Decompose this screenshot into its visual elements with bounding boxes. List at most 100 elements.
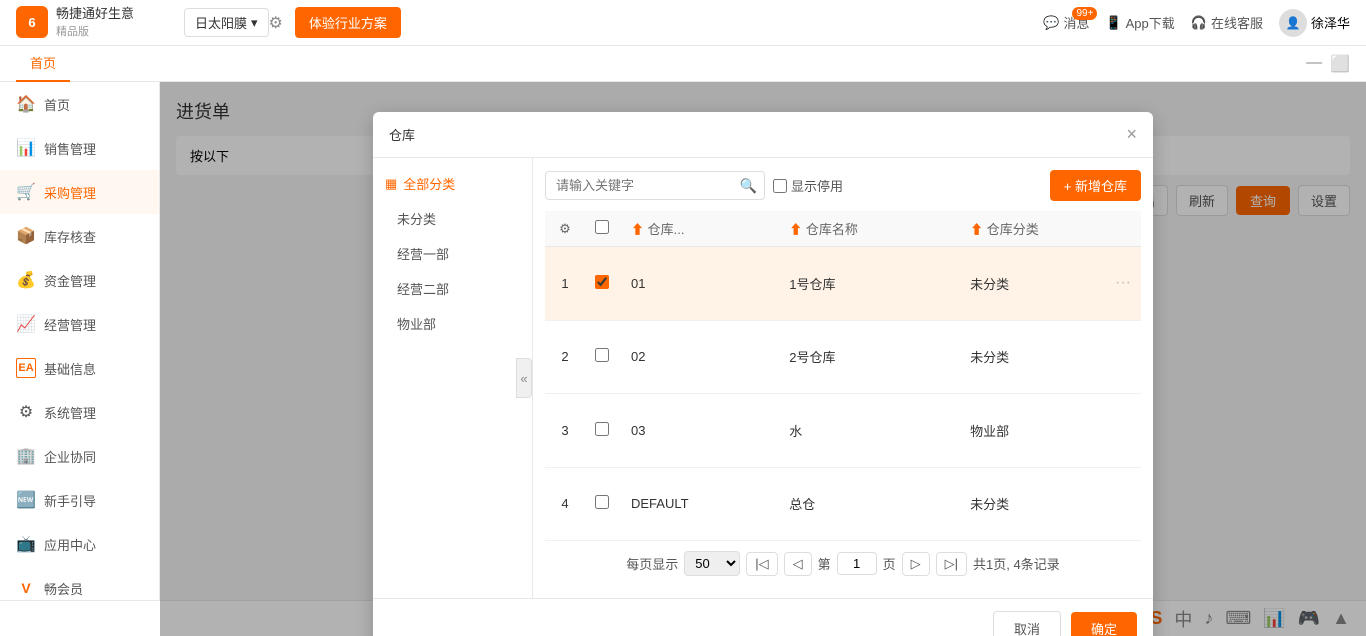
category-item-unclassified[interactable]: 未分类 bbox=[373, 201, 532, 236]
logo-area: 6 畅捷通好生意 精品版 bbox=[16, 6, 176, 39]
sidebar-item-finance[interactable]: 💰 资金管理 bbox=[0, 258, 159, 302]
top-header: 6 畅捷通好生意 精品版 日太阳膜 ▾ ⚙ 体验行业方案 💬 消息 99+ 📱 … bbox=[0, 0, 1366, 46]
table-row[interactable]: 3 03 水 物业部 bbox=[545, 394, 1141, 468]
app-download-item[interactable]: 📱 App下载 bbox=[1105, 13, 1174, 32]
sidebar-label-system: 系统管理 bbox=[44, 403, 96, 422]
search-icon[interactable]: 🔍 bbox=[740, 177, 757, 194]
category-item-ops2[interactable]: 经营二部 bbox=[373, 271, 532, 306]
sidebar-label-basic: 基础信息 bbox=[44, 359, 96, 378]
category-collapse-button[interactable]: « bbox=[516, 358, 532, 398]
warehouse-dialog: 仓库 × ▦ 全部分类 未分类 经营一部 经营二部 物业部 « bbox=[373, 112, 1153, 636]
warehouse-table: ⚙ ⬆ 仓库... ⬆ 仓库名称 bbox=[545, 211, 1141, 541]
row-checkbox[interactable] bbox=[595, 275, 609, 289]
dropdown-arrow-icon: ▾ bbox=[251, 15, 258, 31]
system-icon: ⚙ bbox=[16, 402, 36, 422]
sidebar-item-operations[interactable]: 📈 经营管理 bbox=[0, 302, 159, 346]
page-suffix: 页 bbox=[883, 554, 896, 573]
app-download-label: App下载 bbox=[1126, 13, 1175, 32]
user-name: 徐泽华 bbox=[1311, 13, 1350, 32]
dialog-close-button[interactable]: × bbox=[1126, 124, 1137, 145]
col-name-sort-icon: ⬆ bbox=[789, 222, 802, 237]
window-maximize-icon[interactable]: ⬜ bbox=[1330, 54, 1350, 74]
show-disabled-checkbox[interactable] bbox=[773, 179, 787, 193]
sidebar-item-inventory[interactable]: 📦 库存核查 bbox=[0, 214, 159, 258]
sidebar-item-apps[interactable]: 📺 应用中心 bbox=[0, 522, 159, 566]
category-item-property[interactable]: 物业部 bbox=[373, 306, 532, 341]
row-category: 未分类 bbox=[960, 320, 1141, 394]
dialog-title: 仓库 bbox=[389, 125, 415, 144]
table-row[interactable]: 2 02 2号仓库 未分类 bbox=[545, 320, 1141, 394]
prev-page-button[interactable]: ◁ bbox=[784, 552, 812, 576]
row-checkbox-cell bbox=[585, 320, 621, 394]
dialog-body: ▦ 全部分类 未分类 经营一部 经营二部 物业部 « 🔍 bbox=[373, 158, 1153, 598]
sidebar-item-purchase[interactable]: 🛒 采购管理 bbox=[0, 170, 159, 214]
trial-button[interactable]: 体验行业方案 bbox=[295, 7, 401, 38]
sidebar-label-finance: 资金管理 bbox=[44, 271, 96, 290]
next-page-button[interactable]: ▷ bbox=[902, 552, 930, 576]
show-disabled-label[interactable]: 显示停用 bbox=[773, 176, 843, 195]
total-info: 共1页, 4条记录 bbox=[973, 554, 1060, 573]
row-category: 未分类 ··· bbox=[960, 247, 1141, 321]
row-code: 01 bbox=[621, 247, 779, 321]
row-name: 1号仓库 bbox=[779, 247, 960, 321]
online-service-item[interactable]: 🎧 在线客服 bbox=[1191, 13, 1263, 32]
category-item-ops1[interactable]: 经营一部 bbox=[373, 236, 532, 271]
member-icon: V bbox=[16, 578, 36, 598]
first-page-button[interactable]: |◁ bbox=[746, 552, 777, 576]
row-name: 2号仓库 bbox=[779, 320, 960, 394]
row-checkbox[interactable] bbox=[595, 348, 609, 362]
sidebar-label-apps: 应用中心 bbox=[44, 535, 96, 554]
grid-icon: ▦ bbox=[385, 176, 397, 192]
messages-item[interactable]: 💬 消息 99+ bbox=[1043, 13, 1089, 32]
row-checkbox[interactable] bbox=[595, 422, 609, 436]
table-row[interactable]: 1 01 1号仓库 未分类 ··· bbox=[545, 247, 1141, 321]
nav-tab-home[interactable]: 首页 bbox=[16, 45, 70, 82]
col-checkbox bbox=[585, 211, 621, 247]
row-checkbox-cell bbox=[585, 247, 621, 321]
search-input[interactable] bbox=[545, 171, 765, 200]
sidebar-label-home: 首页 bbox=[44, 95, 70, 114]
window-minimize-icon[interactable]: — bbox=[1306, 54, 1322, 74]
sidebar-item-guide[interactable]: 🆕 新手引导 bbox=[0, 478, 159, 522]
row-code: 02 bbox=[621, 320, 779, 394]
sidebar-item-sales[interactable]: 📊 销售管理 bbox=[0, 126, 159, 170]
sidebar-item-enterprise[interactable]: 🏢 企业协同 bbox=[0, 434, 159, 478]
row-code: 03 bbox=[621, 394, 779, 468]
per-page-select[interactable]: 50 10 20 100 bbox=[684, 551, 740, 576]
sidebar-item-basic[interactable]: EA 基础信息 bbox=[0, 346, 159, 390]
select-all-checkbox[interactable] bbox=[595, 220, 609, 234]
confirm-button[interactable]: 确定 bbox=[1071, 612, 1137, 636]
operations-icon: 📈 bbox=[16, 314, 36, 334]
col-settings: ⚙ bbox=[545, 211, 585, 247]
sidebar: 🏠 首页 📊 销售管理 🛒 采购管理 📦 库存核查 💰 资金管理 📈 经营管理 … bbox=[0, 82, 160, 636]
dialog-footer: 取消 确定 bbox=[373, 598, 1153, 636]
category-panel: ▦ 全部分类 未分类 经营一部 经营二部 物业部 « bbox=[373, 158, 533, 598]
cancel-button[interactable]: 取消 bbox=[993, 611, 1061, 636]
avatar: 👤 bbox=[1279, 9, 1307, 37]
phone-icon: 📱 bbox=[1105, 15, 1121, 31]
col-cat-sort-icon: ⬆ bbox=[970, 222, 983, 237]
main-layout: 🏠 首页 📊 销售管理 🛒 采购管理 📦 库存核查 💰 资金管理 📈 经营管理 … bbox=[0, 82, 1366, 636]
new-warehouse-button[interactable]: + 新增仓库 bbox=[1050, 170, 1141, 201]
last-page-button[interactable]: ▷| bbox=[936, 552, 967, 576]
row-actions-icon[interactable]: ··· bbox=[1115, 274, 1131, 292]
logo-name: 畅捷通好生意 bbox=[56, 6, 134, 23]
basic-icon: EA bbox=[16, 358, 36, 378]
sidebar-label-inventory: 库存核查 bbox=[44, 227, 96, 246]
category-all[interactable]: ▦ 全部分类 bbox=[373, 166, 532, 201]
enterprise-icon: 🏢 bbox=[16, 446, 36, 466]
page-input[interactable] bbox=[837, 552, 877, 575]
settings-icon[interactable]: ⚙ bbox=[269, 13, 283, 33]
row-checkbox[interactable] bbox=[595, 495, 609, 509]
nav-tabs: 首页 — ⬜ bbox=[0, 46, 1366, 82]
sidebar-item-home[interactable]: 🏠 首页 bbox=[0, 82, 159, 126]
sidebar-item-system[interactable]: ⚙ 系统管理 bbox=[0, 390, 159, 434]
table-row[interactable]: 4 DEFAULT 总仓 未分类 bbox=[545, 467, 1141, 541]
store-selector[interactable]: 日太阳膜 ▾ bbox=[184, 8, 269, 37]
row-number: 3 bbox=[545, 394, 585, 468]
user-avatar-area[interactable]: 👤 徐泽华 bbox=[1279, 9, 1350, 37]
headset-icon: 🎧 bbox=[1191, 15, 1207, 31]
col-gear-icon: ⚙ bbox=[559, 221, 571, 236]
search-box: 🔍 bbox=[545, 171, 765, 200]
col-category: ⬆ 仓库分类 bbox=[960, 211, 1141, 247]
